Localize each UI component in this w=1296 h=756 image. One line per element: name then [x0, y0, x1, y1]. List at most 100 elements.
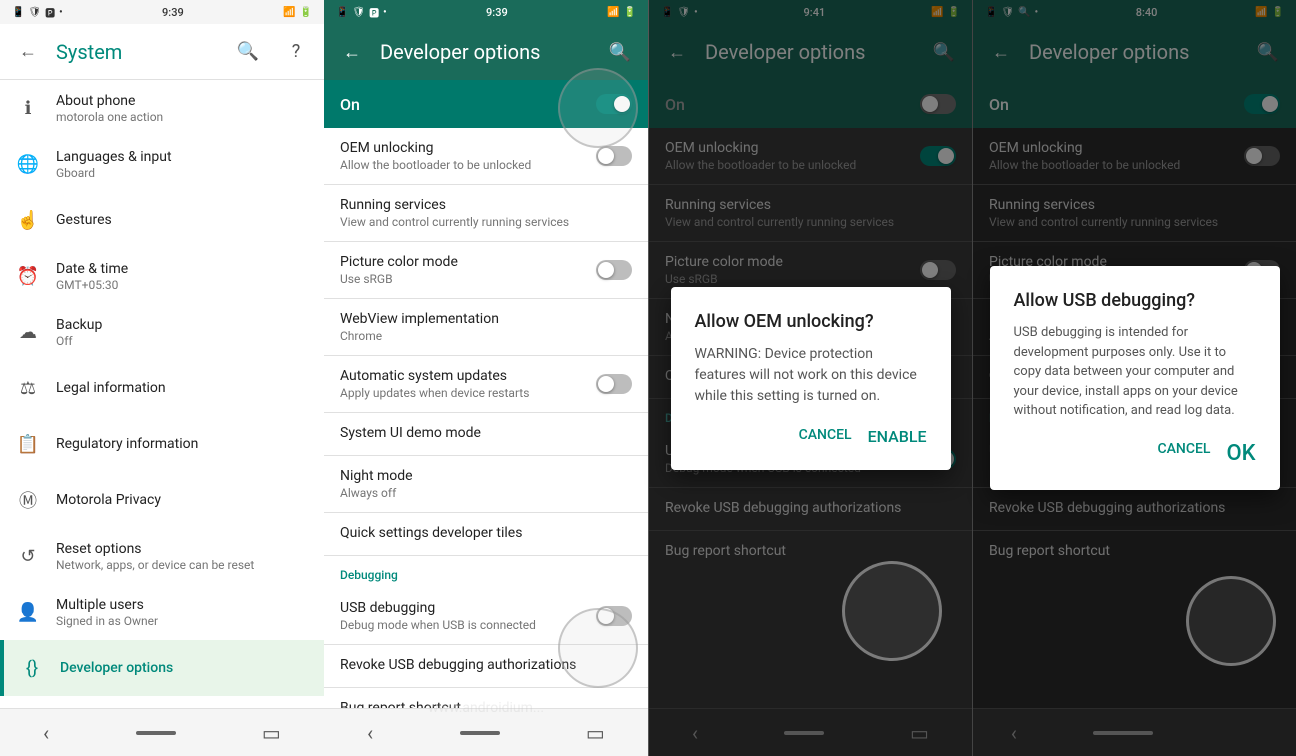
- picture-color-toggle-2[interactable]: [596, 260, 632, 280]
- sidebar-item-motorola-privacy[interactable]: Ⓜ Motorola Privacy: [0, 472, 324, 528]
- picture-color-item-2[interactable]: Picture color mode Use sRGB: [324, 242, 648, 298]
- oem-dialog-actions: Cancel Enable: [695, 427, 927, 446]
- usb-dialog-actions: Cancel OK: [1014, 441, 1256, 466]
- sidebar-item-gestures[interactable]: ☝ Gestures: [0, 192, 324, 248]
- auto-updates-toggle-2[interactable]: [596, 374, 632, 394]
- qs-tiles-item-2[interactable]: Quick settings developer tiles: [324, 513, 648, 555]
- usb-debugging-item-2[interactable]: USB debugging Debug mode when USB is con…: [324, 588, 648, 644]
- panel-developer-dark-oem: 📱 🛡 • 9:41 📶 🔋 ← Developer options 🔍 On …: [648, 0, 972, 756]
- time-1: 9:39: [162, 6, 184, 19]
- status-icons-right-1: 📶 🔋: [283, 7, 312, 18]
- gesture-icon: ☝: [16, 208, 40, 232]
- privacy-icon: Ⓜ: [16, 488, 40, 512]
- vpn-icon: 🛡: [28, 7, 41, 18]
- sidebar-item-reset[interactable]: ↺ Reset options Network, apps, or device…: [0, 528, 324, 584]
- on-label-2: On: [340, 95, 360, 114]
- bottom-nav-2: ‹ ▭: [324, 708, 648, 756]
- language-icon: 🌐: [16, 152, 40, 176]
- developer-toggle-2[interactable]: [596, 94, 632, 114]
- wifi-icon: 📶: [283, 7, 295, 18]
- about-phone-sub: motorola one action: [56, 110, 308, 124]
- system-ui-demo-item-2[interactable]: System UI demo mode: [324, 413, 648, 455]
- status-icons-left-2: 📱 🛡 🅿 •: [336, 5, 387, 20]
- help-button-1[interactable]: ?: [276, 32, 316, 72]
- sidebar-item-legal[interactable]: ⚖ Legal information: [0, 360, 324, 416]
- debugging-header-2: Debugging: [324, 556, 648, 588]
- oem-cancel-button[interactable]: Cancel: [799, 427, 852, 446]
- bottom-nav-1: ‹ ▭: [0, 708, 324, 756]
- developer-options-title-2: Developer options: [380, 40, 592, 64]
- recents-nav-1[interactable]: ▭: [262, 721, 281, 745]
- back-nav-1[interactable]: ‹: [43, 721, 49, 745]
- battery-icon-2: 🔋: [624, 7, 636, 18]
- wifi-icon-2: 📶: [607, 7, 619, 18]
- usb-debug-toggle-2[interactable]: [596, 606, 632, 626]
- system-title: System: [56, 40, 220, 64]
- usb-dialog-body: USB debugging is intended for developmen…: [1014, 323, 1256, 421]
- oem-dialog-body: WARNING: Device protection features will…: [695, 344, 927, 407]
- status-icons-left-1: 📱 🛡 🅿 •: [12, 5, 63, 20]
- oem-dialog: Allow OEM unlocking? WARNING: Device pro…: [671, 287, 951, 470]
- status-icons-right-2: 📶 🔋: [607, 7, 636, 18]
- settings-list-2: OEM unlocking Allow the bootloader to be…: [324, 128, 648, 708]
- oem-toggle-2[interactable]: [596, 146, 632, 166]
- usb-dialog-title: Allow USB debugging?: [1014, 290, 1256, 311]
- sidebar-item-backup[interactable]: ☁ Backup Off: [0, 304, 324, 360]
- time-2: 9:39: [486, 6, 508, 19]
- panel-system: 📱 🛡 🅿 • 9:39 📶 🔋 ← System 🔍 ? ℹ About ph…: [0, 0, 324, 756]
- sim-icon-2: 📱: [336, 7, 348, 18]
- home-nav-1[interactable]: [136, 731, 176, 735]
- circle-highlight-enable: [842, 561, 942, 661]
- reset-icon: ↺: [16, 544, 40, 568]
- developer-icon: {}: [20, 656, 44, 680]
- sidebar-list: ℹ About phone motorola one action 🌐 Lang…: [0, 80, 324, 708]
- back-button-1[interactable]: ←: [8, 32, 48, 72]
- panel-developer-light: 📱 🛡 🅿 • 9:39 📶 🔋 ← Developer options 🔍 O…: [324, 0, 648, 756]
- right-side: 📱 🛡 • 9:41 📶 🔋 ← Developer options 🔍 On …: [648, 0, 1296, 756]
- search-button-1[interactable]: 🔍: [228, 32, 268, 72]
- sidebar-item-system-updates[interactable]: 📱 System updates Updated to Android 9: [0, 696, 324, 708]
- sidebar-item-developer[interactable]: {} Developer options: [0, 640, 324, 696]
- dot-icon: •: [59, 7, 63, 18]
- app-bar-2: ← Developer options 🔍: [324, 24, 648, 80]
- sidebar-item-about[interactable]: ℹ About phone motorola one action: [0, 80, 324, 136]
- oem-dialog-title: Allow OEM unlocking?: [695, 311, 927, 332]
- regulatory-icon: 📋: [16, 432, 40, 456]
- sidebar-item-languages[interactable]: 🌐 Languages & input Gboard: [0, 136, 324, 192]
- legal-icon: ⚖: [16, 376, 40, 400]
- home-nav-2[interactable]: [460, 731, 500, 735]
- sim-icon: 📱: [12, 7, 24, 18]
- webview-item-2[interactable]: WebView implementation Chrome: [324, 299, 648, 355]
- panel-developer-dark-usb: 📱 🛡 🔍 • 8:40 📶 🔋 ← Developer options 🔍 O…: [972, 0, 1296, 756]
- status-bar-1: 📱 🛡 🅿 • 9:39 📶 🔋: [0, 0, 324, 24]
- status-bar-2: 📱 🛡 🅿 • 9:39 📶 🔋: [324, 0, 648, 24]
- battery-icon: 🔋: [300, 7, 312, 18]
- clock-icon: ⏰: [16, 264, 40, 288]
- dot-icon-2: •: [383, 7, 387, 18]
- circle-highlight-ok: [1186, 576, 1276, 666]
- vpn-icon-2: 🛡: [352, 7, 365, 18]
- night-mode-item-2[interactable]: Night mode Always off: [324, 456, 648, 512]
- sidebar-item-regulatory[interactable]: 📋 Regulatory information: [0, 416, 324, 472]
- auto-updates-item-2[interactable]: Automatic system updates Apply updates w…: [324, 356, 648, 412]
- revoke-usb-item-2[interactable]: Revoke USB debugging authorizations: [324, 645, 648, 687]
- on-header-2: On: [324, 80, 648, 128]
- about-phone-label: About phone: [56, 93, 308, 109]
- usb-dialog: Allow USB debugging? USB debugging is in…: [990, 266, 1280, 490]
- usb-ok-button[interactable]: OK: [1226, 441, 1255, 466]
- users-icon: 👤: [16, 600, 40, 624]
- oem-enable-button[interactable]: Enable: [868, 427, 927, 446]
- sidebar-item-datetime[interactable]: ⏰ Date & time GMT+05:30: [0, 248, 324, 304]
- search-button-2[interactable]: 🔍: [600, 32, 640, 72]
- back-nav-2[interactable]: ‹: [367, 721, 373, 745]
- info-icon: ℹ: [16, 96, 40, 120]
- usb-cancel-button[interactable]: Cancel: [1157, 441, 1210, 466]
- usb-dialog-overlay: Allow USB debugging? USB debugging is in…: [973, 0, 1296, 756]
- bug-report-item-2[interactable]: Bug report shortcut: [324, 688, 648, 708]
- running-services-item-2[interactable]: Running services View and control curren…: [324, 185, 648, 241]
- back-button-2[interactable]: ←: [332, 32, 372, 72]
- oem-unlocking-item-2[interactable]: OEM unlocking Allow the bootloader to be…: [324, 128, 648, 184]
- backup-icon: ☁: [16, 320, 40, 344]
- sidebar-item-users[interactable]: 👤 Multiple users Signed in as Owner: [0, 584, 324, 640]
- recents-nav-2[interactable]: ▭: [586, 721, 605, 745]
